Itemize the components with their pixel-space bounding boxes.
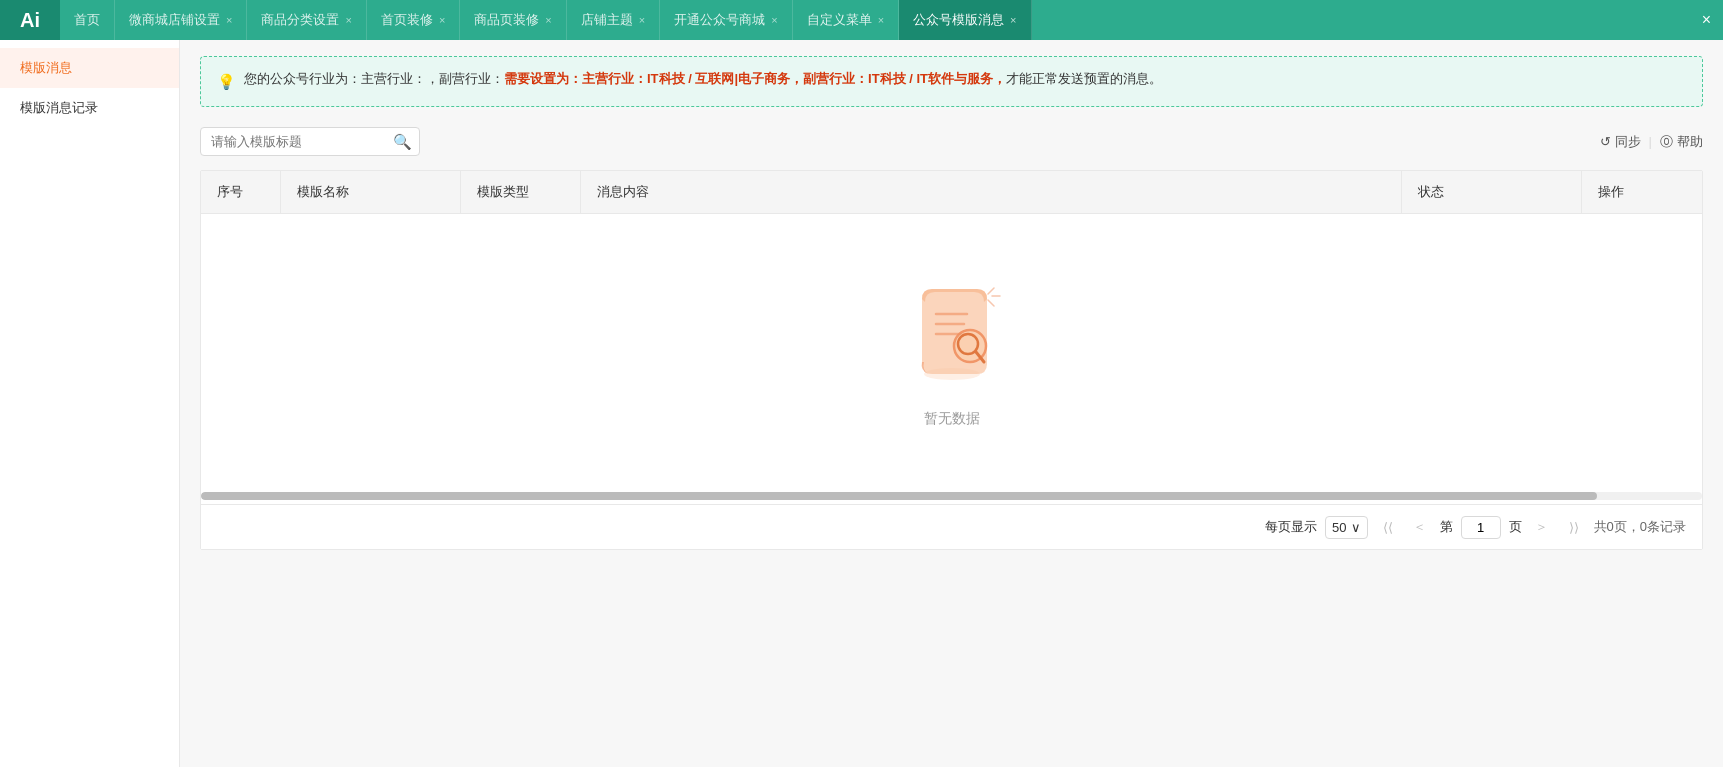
help-icon: ⓪: [1660, 133, 1673, 151]
table-wrapper: 序号模版名称模版类型消息内容状态操作: [200, 170, 1703, 550]
info-banner: 💡 您的公众号行业为：主营行业：，副营行业：需要设置为：主营行业：IT科技 / …: [200, 56, 1703, 107]
nav-tab-product-decor[interactable]: 商品页装修×: [460, 0, 566, 40]
svg-line-7: [988, 288, 994, 294]
sidebar: 模版消息模版消息记录: [0, 40, 180, 767]
close-tab-shop-settings[interactable]: ×: [226, 14, 232, 26]
close-tab-home-decor[interactable]: ×: [439, 14, 445, 26]
close-tab-open-mall[interactable]: ×: [771, 14, 777, 26]
pagination: 每页显示 50 ∨ ⟨⟨ ＜ 第 页 ＞ ⟩⟩ 共0页，0条记录: [201, 504, 1702, 549]
sidebar-item-template-message[interactable]: 模版消息: [0, 48, 179, 88]
nav-tab-home-decor[interactable]: 首页装修×: [367, 0, 460, 40]
app-logo: Ai: [0, 0, 60, 40]
page-size-value: 50: [1332, 520, 1346, 535]
help-button[interactable]: ⓪ 帮助: [1660, 133, 1703, 151]
empty-state: 暂无数据: [201, 214, 1702, 488]
close-tab-product-category[interactable]: ×: [345, 14, 351, 26]
close-all-button[interactable]: ×: [1690, 0, 1723, 40]
close-tab-product-decor[interactable]: ×: [545, 14, 551, 26]
banner-text: 您的公众号行业为：主营行业：，副营行业：需要设置为：主营行业：IT科技 / 互联…: [244, 69, 1162, 90]
page-prefix: 第: [1440, 518, 1453, 536]
sidebar-item-template-message-record[interactable]: 模版消息记录: [0, 88, 179, 128]
bulb-icon: 💡: [217, 70, 236, 94]
scroll-thumb[interactable]: [201, 492, 1597, 500]
empty-text: 暂无数据: [924, 410, 980, 428]
last-page-button[interactable]: ⟩⟩: [1562, 515, 1586, 539]
search-input-wrapper: 🔍: [200, 127, 420, 156]
nav-tab-open-mall[interactable]: 开通公众号商城×: [660, 0, 792, 40]
nav-tab-product-category[interactable]: 商品分类设置×: [247, 0, 366, 40]
sync-icon: ↺: [1600, 134, 1611, 149]
page-size-select[interactable]: 50 ∨: [1325, 516, 1367, 539]
horizontal-scrollbar[interactable]: [201, 492, 1702, 500]
search-input[interactable]: [200, 127, 420, 156]
chevron-down-icon: ∨: [1351, 520, 1361, 535]
search-left: 🔍: [200, 127, 420, 156]
nav-tab-shop-settings[interactable]: 微商城店铺设置×: [115, 0, 247, 40]
table-header-type: 模版类型: [461, 171, 581, 213]
page-suffix: 页: [1509, 518, 1522, 536]
search-right: ↺ 同步 | ⓪ 帮助: [1600, 133, 1703, 151]
nav-tab-store-theme[interactable]: 店铺主题×: [567, 0, 660, 40]
nav-tab-template-msg[interactable]: 公众号模版消息×: [899, 0, 1031, 40]
table-header-index: 序号: [201, 171, 281, 213]
prev-page-button[interactable]: ＜: [1408, 515, 1432, 539]
nav-tab-home[interactable]: 首页: [60, 0, 115, 40]
page-size-label: 每页显示: [1265, 518, 1317, 536]
help-label: 帮助: [1677, 133, 1703, 151]
sync-button[interactable]: ↺ 同步: [1600, 133, 1641, 151]
table-header-status: 状态: [1402, 171, 1582, 213]
table-header-action: 操作: [1582, 171, 1702, 213]
nav-tabs: 首页微商城店铺设置×商品分类设置×首页装修×商品页装修×店铺主题×开通公众号商城…: [60, 0, 1690, 40]
divider: |: [1649, 134, 1652, 149]
page-total: 共0页，0条记录: [1594, 518, 1686, 536]
close-tab-template-msg[interactable]: ×: [1010, 14, 1016, 26]
close-tab-custom-menu[interactable]: ×: [878, 14, 884, 26]
banner-highlight: 需要设置为：主营行业：IT科技 / 互联网|电子商务，副营行业：IT科技 / I…: [504, 71, 1006, 86]
nav-tab-custom-menu[interactable]: 自定义菜单×: [793, 0, 899, 40]
sync-label: 同步: [1615, 133, 1641, 151]
table-header-content: 消息内容: [581, 171, 1402, 213]
table-header: 序号模版名称模版类型消息内容状态操作: [201, 171, 1702, 214]
current-page-input[interactable]: [1461, 516, 1501, 539]
main-layout: 模版消息模版消息记录 💡 您的公众号行业为：主营行业：，副营行业：需要设置为：主…: [0, 40, 1723, 767]
content-area: 💡 您的公众号行业为：主营行业：，副营行业：需要设置为：主营行业：IT科技 / …: [180, 40, 1723, 767]
empty-illustration: [892, 274, 1012, 394]
top-navigation: Ai 首页微商城店铺设置×商品分类设置×首页装修×商品页装修×店铺主题×开通公众…: [0, 0, 1723, 40]
table-header-name: 模版名称: [281, 171, 461, 213]
search-bar: 🔍 ↺ 同步 | ⓪ 帮助: [200, 127, 1703, 156]
next-page-button[interactable]: ＞: [1530, 515, 1554, 539]
search-button[interactable]: 🔍: [393, 133, 412, 151]
first-page-button[interactable]: ⟨⟨: [1376, 515, 1400, 539]
svg-line-9: [988, 300, 994, 306]
close-tab-store-theme[interactable]: ×: [639, 14, 645, 26]
